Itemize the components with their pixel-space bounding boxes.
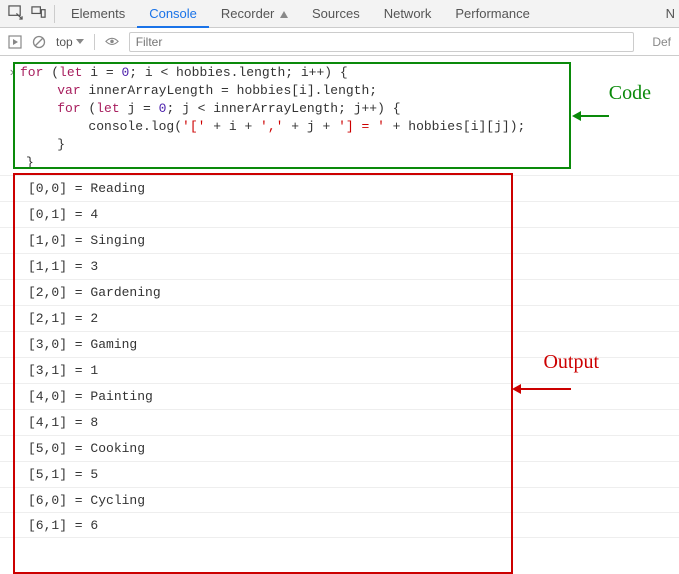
tab-icons-group xyxy=(0,5,54,23)
annotation-output-arrow xyxy=(512,384,571,394)
filter-input[interactable] xyxy=(129,32,635,52)
context-label: top xyxy=(56,35,73,49)
inspect-icon[interactable] xyxy=(8,5,23,23)
tab-recorder[interactable]: Recorder xyxy=(209,1,300,26)
tab-console[interactable]: Console xyxy=(137,1,209,28)
annotation-code-arrow xyxy=(572,111,609,121)
tab-more: N xyxy=(666,6,679,21)
play-icon[interactable] xyxy=(8,35,22,49)
devtools-tabs: ElementsConsoleRecorder SourcesNetworkPe… xyxy=(0,0,679,28)
tab-network[interactable]: Network xyxy=(372,1,444,26)
eye-icon[interactable] xyxy=(105,35,119,49)
console-canvas: ›for (let i = 0; i < hobbies.length; i++… xyxy=(0,56,679,538)
tab-divider xyxy=(54,5,55,23)
console-toolbar: top Def xyxy=(0,28,679,56)
recorder-beta-icon xyxy=(280,11,288,18)
annotation-output-box xyxy=(13,173,513,574)
annotation-code-label: Code xyxy=(609,82,651,105)
tab-elements[interactable]: Elements xyxy=(59,1,137,26)
tab-sources[interactable]: Sources xyxy=(300,1,372,26)
chevron-down-icon xyxy=(76,39,84,44)
tab-row: ElementsConsoleRecorder SourcesNetworkPe… xyxy=(59,1,542,27)
clear-icon[interactable] xyxy=(32,35,46,49)
tab-performance[interactable]: Performance xyxy=(443,1,541,26)
context-picker[interactable]: top xyxy=(56,35,84,49)
settings-label: Def xyxy=(644,35,671,49)
toolbar-divider xyxy=(94,34,95,50)
annotation-code-box xyxy=(13,62,571,169)
annotation-output-label: Output xyxy=(543,351,599,374)
device-icon[interactable] xyxy=(31,5,46,23)
